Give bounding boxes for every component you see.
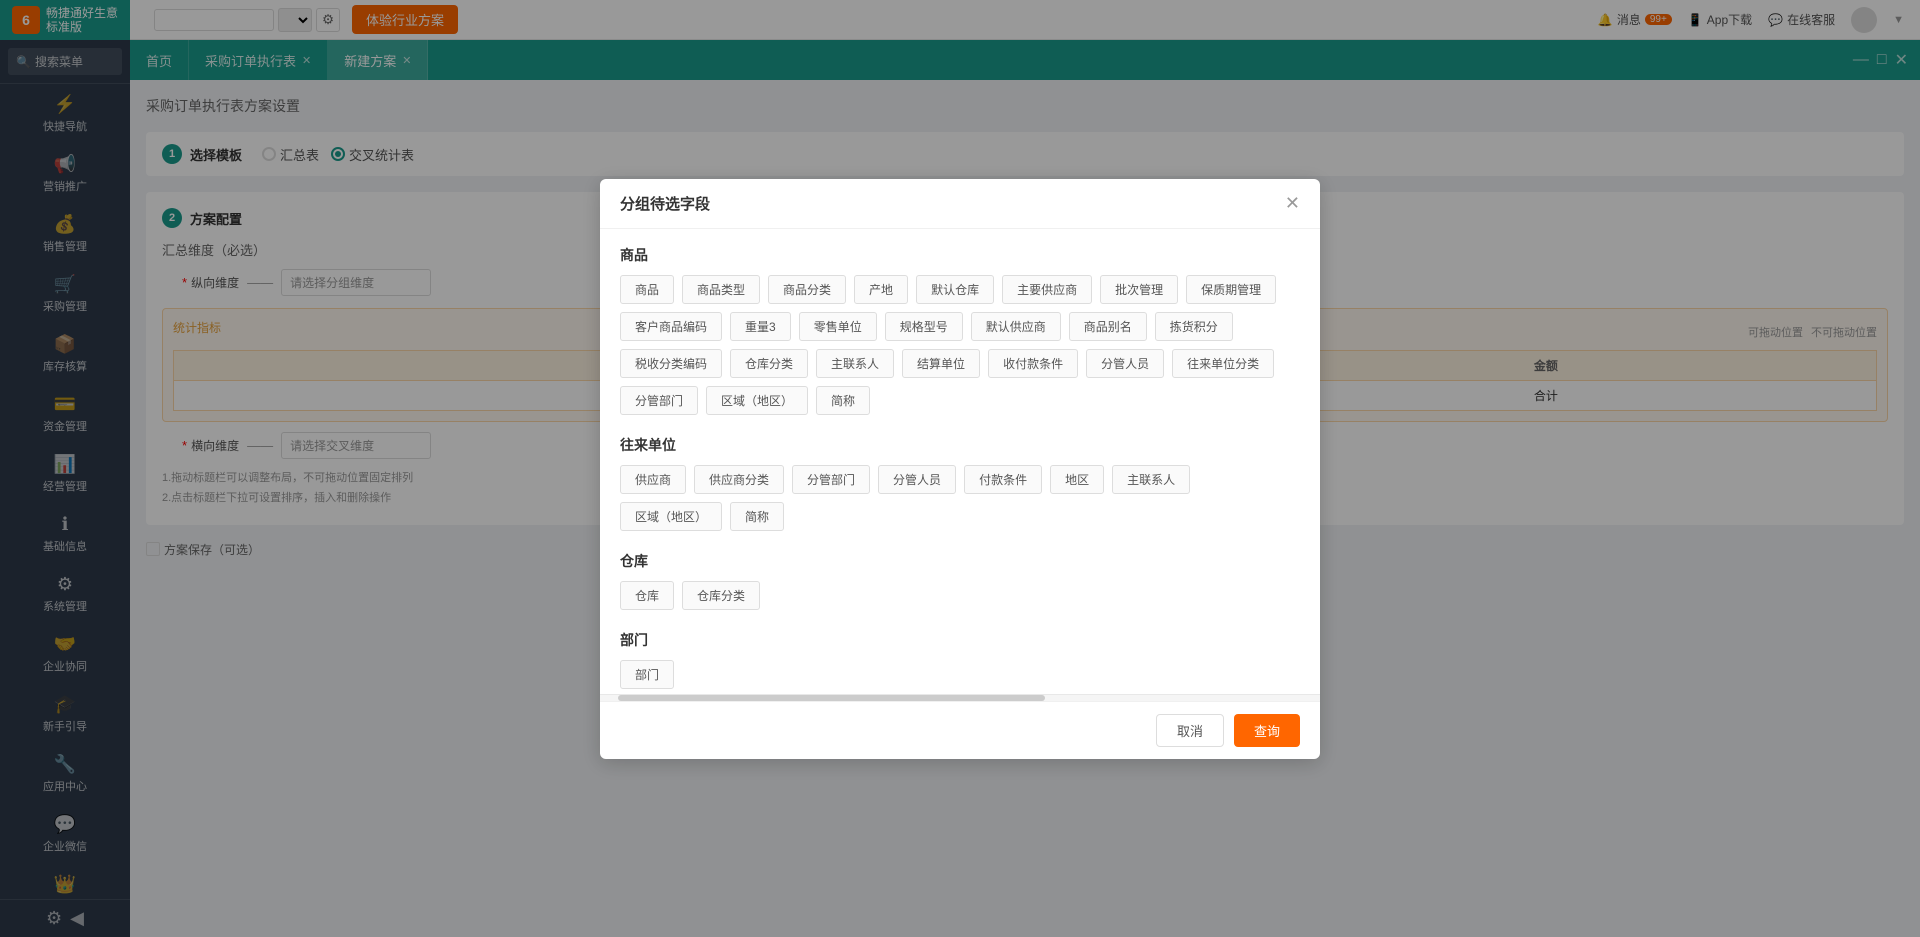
category-dept-tags: 部门 bbox=[620, 660, 1300, 689]
field-tag[interactable]: 主联系人 bbox=[816, 349, 894, 378]
field-tag[interactable]: 税收分类编码 bbox=[620, 349, 722, 378]
category-warehouse: 仓库 仓库 仓库分类 bbox=[620, 551, 1300, 610]
field-tag[interactable]: 重量3 bbox=[730, 312, 791, 341]
category-warehouse-title: 仓库 bbox=[620, 551, 1300, 571]
field-tag[interactable]: 拣货积分 bbox=[1155, 312, 1233, 341]
category-counterparty: 往来单位 供应商 供应商分类 分管部门 分管人员 付款条件 地区 主联系人 区域… bbox=[620, 435, 1300, 531]
category-counterparty-tags: 供应商 供应商分类 分管部门 分管人员 付款条件 地区 主联系人 区域（地区） … bbox=[620, 465, 1300, 531]
category-product: 商品 商品 商品类型 商品分类 产地 默认仓库 主要供应商 批次管理 保质期管理… bbox=[620, 245, 1300, 415]
field-tag[interactable]: 区域（地区） bbox=[620, 502, 722, 531]
modal-close-button[interactable]: ✕ bbox=[1285, 193, 1300, 214]
field-tag[interactable]: 结算单位 bbox=[902, 349, 980, 378]
category-dept-title: 部门 bbox=[620, 630, 1300, 650]
category-product-title: 商品 bbox=[620, 245, 1300, 265]
field-tag[interactable]: 零售单位 bbox=[799, 312, 877, 341]
field-tag[interactable]: 批次管理 bbox=[1100, 275, 1178, 304]
field-tag[interactable]: 简称 bbox=[730, 502, 784, 531]
field-tag[interactable]: 商品分类 bbox=[768, 275, 846, 304]
modal-overlay: 分组待选字段 ✕ 商品 商品 商品类型 商品分类 产地 默认仓库 主要供应商 批… bbox=[0, 0, 1920, 937]
field-tag[interactable]: 分管部门 bbox=[620, 386, 698, 415]
field-tag[interactable]: 仓库分类 bbox=[682, 581, 760, 610]
field-tag[interactable]: 收付款条件 bbox=[988, 349, 1078, 378]
modal-horizontal-scrollbar[interactable] bbox=[600, 694, 1320, 701]
field-tag[interactable]: 分管人员 bbox=[1086, 349, 1164, 378]
field-tag[interactable]: 保质期管理 bbox=[1186, 275, 1276, 304]
field-tag[interactable]: 默认供应商 bbox=[971, 312, 1061, 341]
field-tag[interactable]: 商品类型 bbox=[682, 275, 760, 304]
field-tag[interactable]: 商品 bbox=[620, 275, 674, 304]
category-dept: 部门 部门 bbox=[620, 630, 1300, 689]
field-tag[interactable]: 部门 bbox=[620, 660, 674, 689]
category-product-tags: 商品 商品类型 商品分类 产地 默认仓库 主要供应商 批次管理 保质期管理 客户… bbox=[620, 275, 1300, 415]
cancel-button[interactable]: 取消 bbox=[1156, 714, 1224, 747]
field-tag[interactable]: 客户商品编码 bbox=[620, 312, 722, 341]
field-tag[interactable]: 仓库分类 bbox=[730, 349, 808, 378]
category-counterparty-title: 往来单位 bbox=[620, 435, 1300, 455]
modal-title: 分组待选字段 bbox=[620, 193, 710, 214]
field-tag[interactable]: 往来单位分类 bbox=[1172, 349, 1274, 378]
modal-footer: 取消 查询 bbox=[600, 701, 1320, 759]
modal-body: 商品 商品 商品类型 商品分类 产地 默认仓库 主要供应商 批次管理 保质期管理… bbox=[600, 229, 1320, 694]
field-tag[interactable]: 分管人员 bbox=[878, 465, 956, 494]
field-tag[interactable]: 简称 bbox=[816, 386, 870, 415]
field-tag[interactable]: 主要供应商 bbox=[1002, 275, 1092, 304]
field-tag[interactable]: 产地 bbox=[854, 275, 908, 304]
confirm-button[interactable]: 查询 bbox=[1234, 714, 1300, 747]
field-tag[interactable]: 分管部门 bbox=[792, 465, 870, 494]
field-tag[interactable]: 供应商 bbox=[620, 465, 686, 494]
field-tag[interactable]: 规格型号 bbox=[885, 312, 963, 341]
field-tag[interactable]: 默认仓库 bbox=[916, 275, 994, 304]
field-tag[interactable]: 仓库 bbox=[620, 581, 674, 610]
field-tag[interactable]: 地区 bbox=[1050, 465, 1104, 494]
modal-header: 分组待选字段 ✕ bbox=[600, 179, 1320, 229]
field-tag[interactable]: 付款条件 bbox=[964, 465, 1042, 494]
field-tag[interactable]: 主联系人 bbox=[1112, 465, 1190, 494]
field-tag[interactable]: 供应商分类 bbox=[694, 465, 784, 494]
field-select-modal: 分组待选字段 ✕ 商品 商品 商品类型 商品分类 产地 默认仓库 主要供应商 批… bbox=[600, 179, 1320, 759]
category-warehouse-tags: 仓库 仓库分类 bbox=[620, 581, 1300, 610]
field-tag[interactable]: 区域（地区） bbox=[706, 386, 808, 415]
field-tag[interactable]: 商品别名 bbox=[1069, 312, 1147, 341]
